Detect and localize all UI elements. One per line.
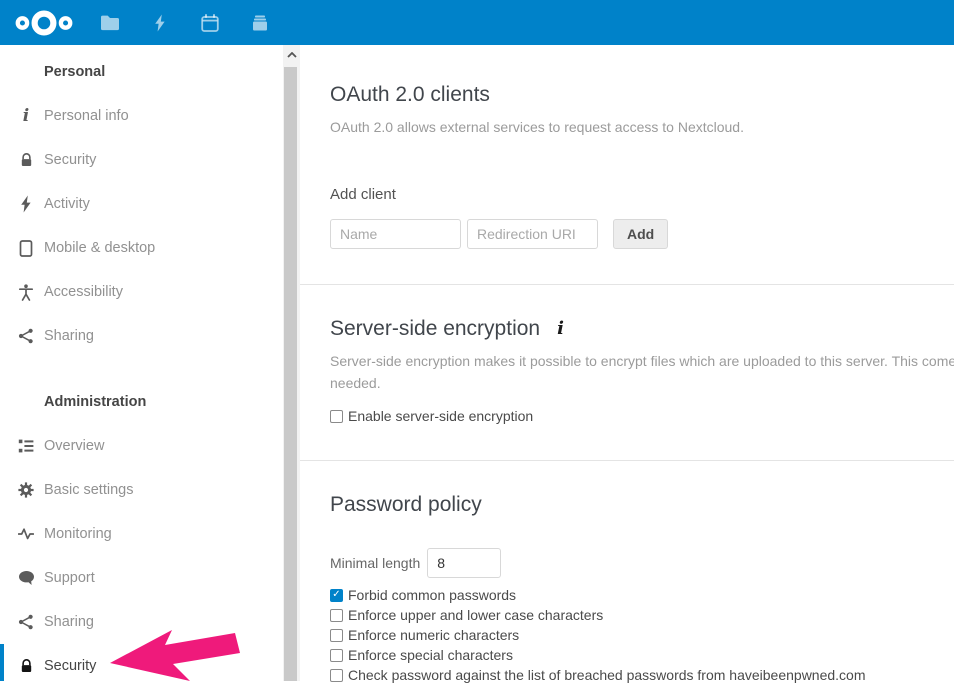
scroll-up-button[interactable] — [283, 45, 300, 65]
gear-icon — [16, 480, 36, 500]
lock-icon — [16, 656, 36, 676]
info-icon[interactable]: i — [557, 315, 564, 343]
section-header-personal: Personal — [0, 50, 300, 94]
checkbox-row-check-password-against-the-list-of-breached-passwords-from-haveibeenpwned-com[interactable]: Check password against the list of breac… — [330, 665, 954, 685]
sidebar-item-monitoring[interactable]: Monitoring — [0, 512, 300, 556]
checkbox-unchecked[interactable] — [330, 649, 343, 662]
sidebar-scrollbar[interactable] — [283, 45, 300, 681]
app-calendar-button[interactable] — [185, 0, 235, 45]
settings-sidebar-nav: Personal i Personal info Security Activity Mo… — [0, 50, 300, 681]
encryption-description: Server-side encryption makes it possible… — [330, 350, 954, 394]
password-policy-title: Password policy — [330, 491, 954, 519]
sidebar-item-mobile-desktop[interactable]: Mobile & desktop — [0, 226, 300, 270]
client-name-input[interactable] — [330, 219, 461, 249]
enable-encryption-checkbox-row[interactable]: Enable server-side encryption — [330, 407, 954, 425]
phone-icon — [16, 238, 36, 258]
app-lightning-button[interactable] — [135, 0, 185, 45]
sidebar-item-accessibility[interactable]: Accessibility — [0, 270, 300, 314]
sidebar-item-label: Sharing — [44, 328, 94, 344]
encryption-section: Server-side encryption i Server-side enc… — [330, 315, 954, 425]
checkbox-unchecked[interactable] — [330, 669, 343, 682]
settings-content: OAuth 2.0 clients OAuth 2.0 allows exter… — [300, 45, 954, 681]
checkbox-row-enforce-special-characters[interactable]: Enforce special characters — [330, 645, 954, 665]
lightning-icon — [149, 12, 171, 34]
sidebar-item-label: Support — [44, 570, 95, 586]
nextcloud-logo-icon — [13, 8, 75, 38]
sidebar-item-security[interactable]: Security — [0, 644, 300, 681]
sidebar-item-label: Overview — [44, 438, 104, 454]
share-icon — [16, 612, 36, 632]
redirect-uri-input[interactable] — [467, 219, 598, 249]
sidebar-item-activity[interactable]: Activity — [0, 182, 300, 226]
sidebar-item-sharing[interactable]: Sharing — [0, 600, 300, 644]
section-divider — [300, 284, 954, 285]
app-folder-button[interactable] — [85, 0, 135, 45]
nextcloud-logo[interactable] — [13, 8, 75, 38]
scrollbar-thumb[interactable] — [284, 67, 297, 681]
checkbox-label: Enforce upper and lower case characters — [348, 607, 603, 623]
checkbox-unchecked[interactable] — [330, 629, 343, 642]
pulse-icon — [16, 524, 36, 544]
checkbox-row-enforce-numeric-characters[interactable]: Enforce numeric characters — [330, 625, 954, 645]
add-client-label: Add client — [330, 185, 954, 205]
accessibility-icon — [16, 282, 36, 302]
calendar-icon — [199, 12, 221, 34]
checkbox-unchecked[interactable] — [330, 609, 343, 622]
sidebar-item-label: Mobile & desktop — [44, 240, 155, 256]
add-client-button[interactable]: Add — [613, 219, 668, 249]
section-header-administration: Administration — [0, 380, 300, 424]
sidebar-item-overview[interactable]: Overview — [0, 424, 300, 468]
sidebar-item-label: Security — [44, 152, 96, 168]
chat-icon — [16, 568, 36, 588]
encryption-section-title: Server-side encryption i — [330, 315, 954, 343]
top-header — [0, 0, 954, 45]
oauth-section: OAuth 2.0 clients OAuth 2.0 allows exter… — [330, 81, 954, 249]
sidebar-item-personal-info[interactable]: i Personal info — [0, 94, 300, 138]
sidebar-item-label: Security — [44, 658, 96, 674]
oauth-section-title: OAuth 2.0 clients — [330, 81, 954, 109]
enable-encryption-label: Enable server-side encryption — [348, 408, 533, 424]
checkbox-label: Enforce numeric characters — [348, 627, 519, 643]
sidebar-item-sharing[interactable]: Sharing — [0, 314, 300, 358]
sidebar-item-label: Personal info — [44, 108, 129, 124]
deck-icon — [249, 12, 271, 34]
settings-sidebar: Personal i Personal info Security Activity Mo… — [0, 45, 300, 681]
sidebar-item-label: Sharing — [44, 614, 94, 630]
sidebar-item-security[interactable]: Security — [0, 138, 300, 182]
header-apps — [85, 0, 285, 45]
password-policy-section: Password policy Minimal length ✓ Forbid c… — [330, 491, 954, 685]
sidebar-item-label: Monitoring — [44, 526, 112, 542]
folder-icon — [99, 12, 121, 34]
sidebar-item-label: Accessibility — [44, 284, 123, 300]
list-icon — [16, 436, 36, 456]
sidebar-item-label: Basic settings — [44, 482, 133, 498]
sidebar-item-basic-settings[interactable]: Basic settings — [0, 468, 300, 512]
minimal-length-label: Minimal length — [330, 555, 420, 571]
section-divider — [300, 460, 954, 461]
password-policy-checkbox-list: ✓ Forbid common passwords Enforce upper an… — [330, 585, 954, 685]
checkbox-label: Enforce special characters — [348, 647, 513, 663]
sidebar-item-label: Activity — [44, 196, 90, 212]
lock-icon — [16, 150, 36, 170]
checkbox-row-forbid-common-passwords[interactable]: ✓ Forbid common passwords — [330, 585, 954, 605]
share-icon — [16, 326, 36, 346]
checkbox-label: Forbid common passwords — [348, 587, 516, 603]
sidebar-item-support[interactable]: Support — [0, 556, 300, 600]
minimal-length-input[interactable] — [427, 548, 501, 578]
checkbox-checked[interactable]: ✓ — [330, 589, 343, 602]
chevron-up-icon — [287, 52, 297, 58]
enable-encryption-checkbox[interactable] — [330, 410, 343, 423]
lightning-icon — [16, 194, 36, 214]
checkbox-row-enforce-upper-and-lower-case-characters[interactable]: Enforce upper and lower case characters — [330, 605, 954, 625]
oauth-description: OAuth 2.0 allows external services to re… — [330, 117, 954, 137]
info-icon: i — [16, 106, 36, 126]
app-deck-button[interactable] — [235, 0, 285, 45]
